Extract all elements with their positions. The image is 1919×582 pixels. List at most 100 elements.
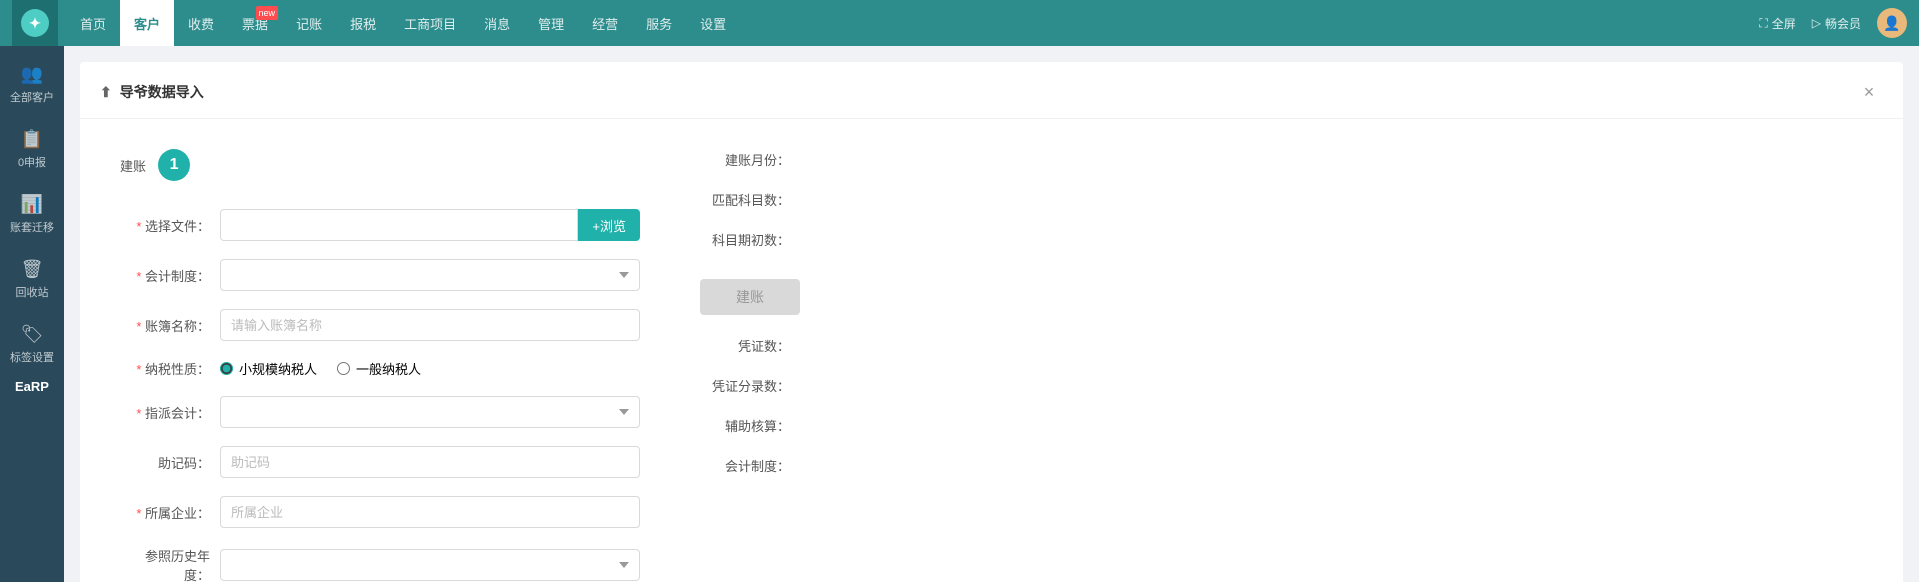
tax-general[interactable]: 一般纳税人: [337, 359, 421, 378]
memo-input[interactable]: [220, 446, 640, 478]
ledger-name-label: 账簿名称：: [120, 316, 220, 335]
nav-item-记账[interactable]: 记账: [282, 0, 336, 46]
earp-watermark: EaRP: [0, 379, 64, 394]
aux-accounting-row: 辅助核算：: [700, 415, 1863, 435]
build-month-value: [800, 149, 1863, 169]
nav-item-报税[interactable]: 报税: [336, 0, 390, 46]
logo[interactable]: ✦: [12, 0, 58, 46]
nav-item-客户[interactable]: 客户: [120, 0, 174, 46]
voucher-entries-value: [800, 375, 1863, 395]
file-input-group: +浏览: [220, 209, 640, 241]
history-year-select[interactable]: [220, 549, 640, 581]
avatar[interactable]: 👤: [1877, 8, 1907, 38]
tax-type-row: 纳税性质： 小规模纳税人 一般纳税人: [120, 359, 640, 378]
main-content: ⬆ 导爷数据导入 × 建账 1 选择文件：: [64, 46, 1919, 582]
voucher-entries-row: 凭证分录数：: [700, 375, 1863, 395]
right-accounting-system-row: 会计制度：: [700, 455, 1863, 475]
nav-right: ⛶ 全屏 ▷ 畅会员 👤: [1759, 8, 1907, 38]
company-row: 所属企业：: [120, 496, 640, 528]
migration-icon: 📊: [21, 194, 43, 215]
nav-item-票据[interactable]: 票据new: [228, 0, 282, 46]
nav-item-收费[interactable]: 收费: [174, 0, 228, 46]
nav-items: 首页客户收费票据new记账报税工商项目消息管理经营服务设置: [66, 0, 1759, 46]
company-label: 所属企业：: [120, 503, 220, 522]
sidebar-label-recycle: 回收站: [16, 284, 49, 300]
aux-accounting-value: [800, 415, 1863, 435]
nav-item-消息[interactable]: 消息: [470, 0, 524, 46]
period-initial-row: 科目期初数：: [700, 229, 1863, 249]
history-year-label: 参照历史年度：: [120, 546, 220, 582]
sidebar-item-recycle[interactable]: 🗑 回收站: [0, 249, 64, 310]
nav-item-设置[interactable]: 设置: [686, 0, 740, 46]
file-label: 选择文件：: [120, 216, 220, 235]
step-circle: 1: [158, 149, 190, 181]
match-subjects-value: [800, 189, 1863, 209]
tax-general-label: 一般纳税人: [356, 359, 421, 378]
layout: 👥 全部客户 📋 0申报 📊 账套迁移 🗑 回收站 🏷 标签设置 EaRP ⬆: [0, 46, 1919, 582]
build-month-row: 建账月份：: [700, 149, 1863, 169]
voucher-count-value: [800, 335, 1863, 355]
form-left: 建账 1 选择文件： +浏览 会计制度：: [120, 149, 640, 582]
company-input[interactable]: [220, 496, 640, 528]
voucher-count-label: 凭证数：: [700, 336, 800, 355]
page-panel: ⬆ 导爷数据导入 × 建账 1 选择文件：: [80, 62, 1903, 582]
tax-small-scale-radio[interactable]: [220, 362, 233, 375]
ledger-name-input[interactable]: [220, 309, 640, 341]
right-accounting-system-value: [800, 455, 1863, 475]
sidebar-item-declaration[interactable]: 📋 0申报: [0, 119, 64, 180]
tags-icon: 🏷: [21, 324, 44, 345]
accountant-label: 指派会计：: [120, 403, 220, 422]
aux-accounting-label: 辅助核算：: [700, 416, 800, 435]
upload-icon: ⬆: [100, 84, 112, 101]
match-subjects-row: 匹配科目数：: [700, 189, 1863, 209]
sidebar-label-migration: 账套迁移: [10, 219, 54, 235]
sidebar-label-all-clients: 全部客户: [10, 89, 54, 105]
panel-header: ⬆ 导爷数据导入 ×: [80, 62, 1903, 119]
fullscreen-label: 全屏: [1772, 15, 1796, 32]
fullscreen-btn[interactable]: ⛶ 全屏: [1759, 15, 1795, 32]
sidebar-item-tags[interactable]: 🏷 标签设置: [0, 314, 64, 375]
right-accounting-system-label: 会计制度：: [700, 456, 800, 475]
accounting-system-select[interactable]: [220, 259, 640, 291]
sidebar-item-all-clients[interactable]: 👥 全部客户: [0, 54, 64, 115]
close-button[interactable]: ×: [1855, 78, 1883, 106]
file-input[interactable]: [220, 209, 578, 241]
step-label: 建账: [120, 156, 146, 175]
recycle-icon: 🗑: [21, 259, 44, 280]
panel-title-text: 导爷数据导入: [120, 82, 204, 102]
panel-title: ⬆ 导爷数据导入: [100, 82, 204, 102]
tax-type-radio-group: 小规模纳税人 一般纳税人: [220, 359, 640, 378]
build-account-button: 建账: [700, 279, 800, 315]
play-icon: ▷: [1812, 16, 1821, 30]
accountant-select[interactable]: [220, 396, 640, 428]
sidebar-item-migration[interactable]: 📊 账套迁移: [0, 184, 64, 245]
sidebar-label-tags: 标签设置: [10, 349, 54, 365]
tax-general-radio[interactable]: [337, 362, 350, 375]
new-badge: new: [256, 6, 279, 20]
browse-button[interactable]: +浏览: [578, 209, 640, 241]
match-subjects-label: 匹配科目数：: [700, 190, 800, 209]
accounting-system-row: 会计制度：: [120, 259, 640, 291]
ledger-name-row: 账簿名称：: [120, 309, 640, 341]
file-row: 选择文件： +浏览: [120, 209, 640, 241]
nav-item-工商项目[interactable]: 工商项目: [390, 0, 470, 46]
build-month-label: 建账月份：: [700, 150, 800, 169]
step-header: 建账 1: [120, 149, 640, 181]
history-year-row: 参照历史年度：: [120, 546, 640, 582]
voucher-count-row: 凭证数：: [700, 335, 1863, 355]
nav-item-管理[interactable]: 管理: [524, 0, 578, 46]
declaration-icon: 📋: [21, 129, 43, 150]
member-btn[interactable]: ▷ 畅会员: [1812, 15, 1861, 32]
tax-small-scale[interactable]: 小规模纳税人: [220, 359, 317, 378]
voucher-entries-label: 凭证分录数：: [700, 376, 800, 395]
form-right: 建账月份： 匹配科目数： 科目期初数： 建账: [700, 149, 1863, 582]
fullscreen-icon: ⛶: [1759, 16, 1767, 31]
memo-row: 助记码：: [120, 446, 640, 478]
nav-item-经营[interactable]: 经营: [578, 0, 632, 46]
logo-icon: ✦: [21, 9, 49, 37]
nav-item-服务[interactable]: 服务: [632, 0, 686, 46]
memo-label: 助记码：: [120, 453, 220, 472]
sidebar-label-declaration: 0申报: [18, 154, 46, 170]
member-label: 畅会员: [1825, 15, 1861, 32]
nav-item-首页[interactable]: 首页: [66, 0, 120, 46]
